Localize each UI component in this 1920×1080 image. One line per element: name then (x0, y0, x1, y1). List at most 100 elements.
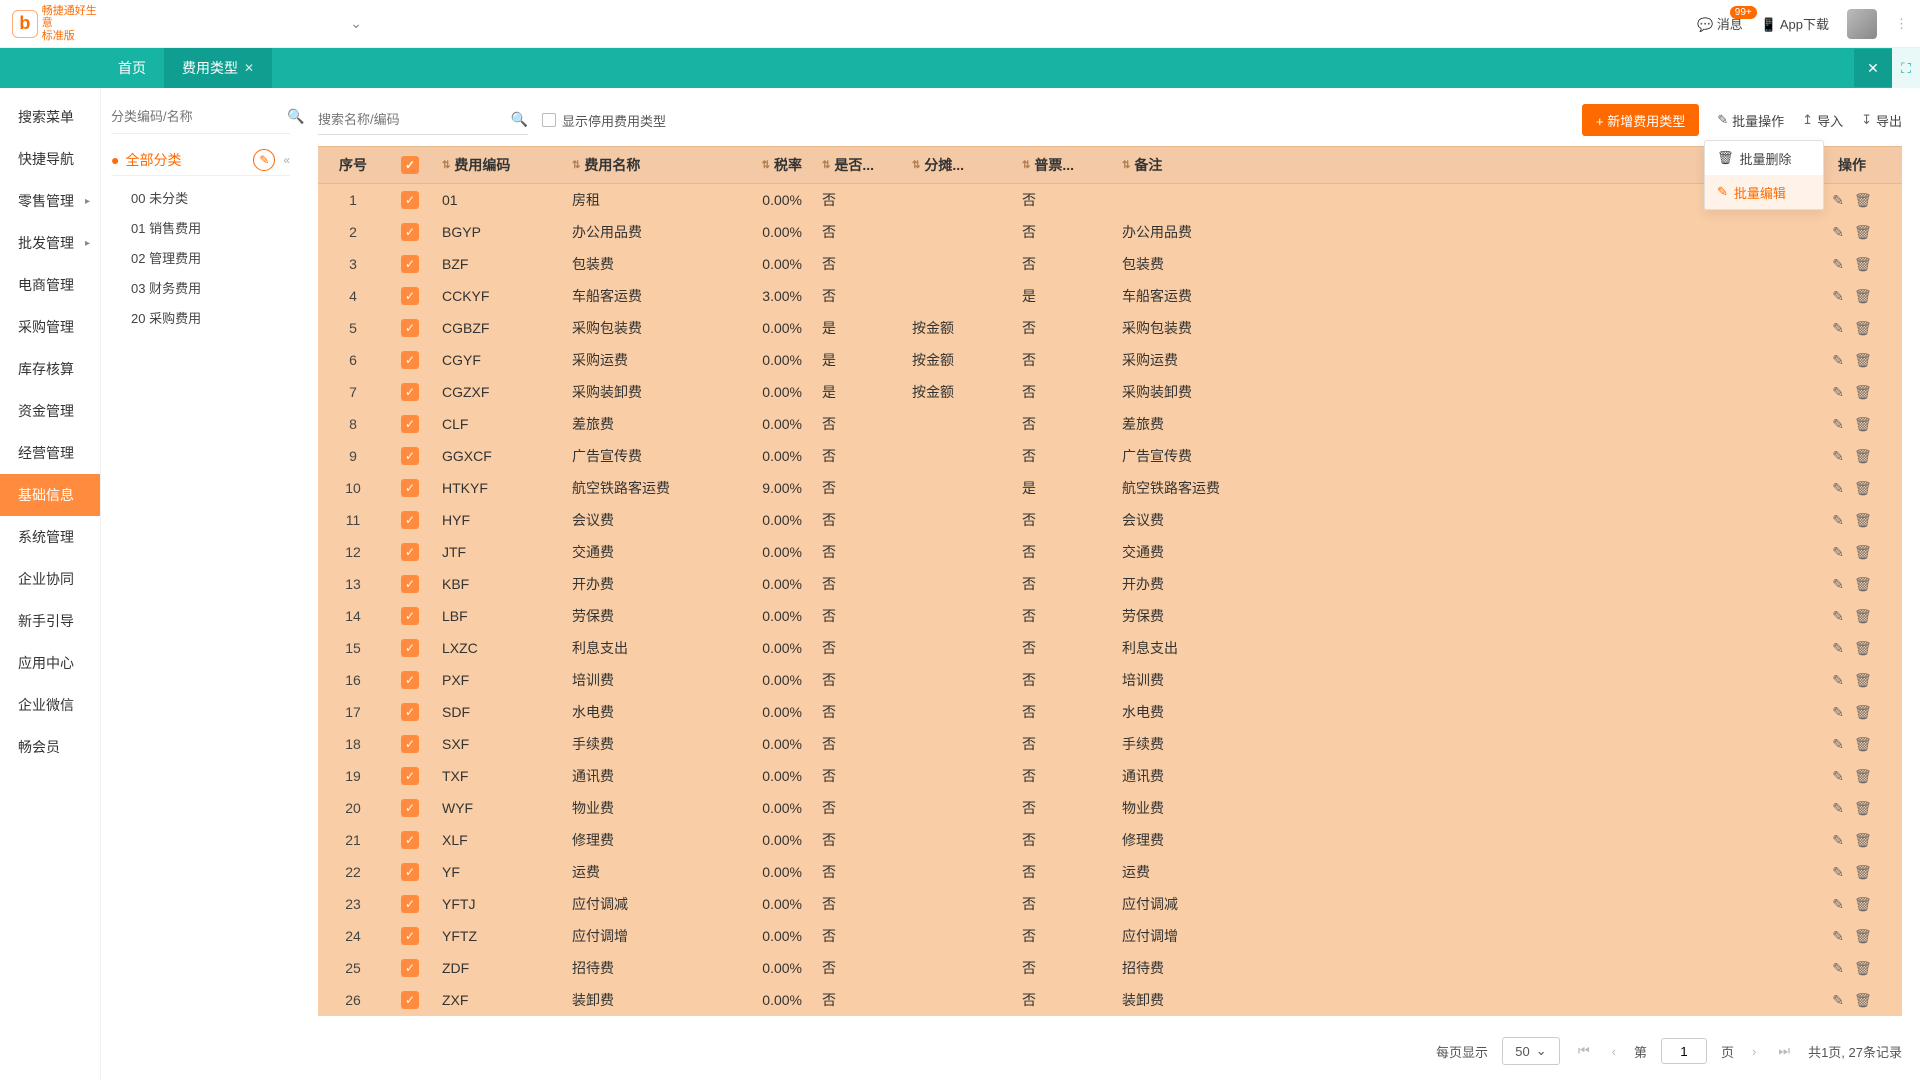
edit-icon[interactable]: ✎ (1832, 992, 1844, 1009)
nav-item[interactable]: 企业微信 (0, 684, 100, 726)
table-row[interactable]: 13✓KBF开办费0.00%否否开办费✎🗑 (318, 568, 1902, 600)
search-icon[interactable]: 🔍 (287, 108, 304, 125)
trash-icon[interactable]: 🗑 (1854, 480, 1872, 497)
col-name[interactable]: 费用名称 (562, 147, 722, 183)
row-checkbox[interactable]: ✓ (388, 920, 432, 952)
table-row[interactable]: 14✓LBF劳保费0.00%否否劳保费✎🗑 (318, 600, 1902, 632)
row-checkbox[interactable]: ✓ (388, 440, 432, 472)
edit-icon[interactable]: ✎ (1832, 768, 1844, 785)
trash-icon[interactable]: 🗑 (1854, 256, 1872, 273)
tab-expense-type[interactable]: 费用类型 ✕ (164, 48, 272, 88)
table-row[interactable]: 7✓CGZXF采购装卸费0.00%是按金额否采购装卸费✎🗑 (318, 376, 1902, 408)
trash-icon[interactable]: 🗑 (1854, 992, 1872, 1009)
row-checkbox[interactable]: ✓ (388, 504, 432, 536)
edit-icon[interactable]: ✎ (1832, 736, 1844, 753)
nav-item[interactable]: 库存核算 (0, 348, 100, 390)
table-row[interactable]: 4✓CCKYF车船客运费3.00%否是车船客运费✎🗑 (318, 280, 1902, 312)
row-checkbox[interactable]: ✓ (388, 696, 432, 728)
nav-item[interactable]: 搜索菜单 (0, 96, 100, 138)
collapse-panel-icon[interactable]: « (283, 153, 290, 167)
nav-item[interactable]: 电商管理 (0, 264, 100, 306)
next-page-button[interactable]: › (1748, 1044, 1760, 1059)
edit-icon[interactable]: ✎ (1832, 512, 1844, 529)
category-item[interactable]: 01 销售费用 (111, 212, 290, 242)
trash-icon[interactable]: 🗑 (1854, 512, 1872, 529)
row-checkbox[interactable]: ✓ (388, 312, 432, 344)
edit-icon[interactable]: ✎ (1832, 608, 1844, 625)
edit-icon[interactable]: ✎ (1832, 448, 1844, 465)
import-button[interactable]: ↥ 导入 (1802, 111, 1843, 130)
table-row[interactable]: 10✓HTKYF航空铁路客运费9.00%否是航空铁路客运费✎🗑 (318, 472, 1902, 504)
prev-page-button[interactable]: ‹ (1608, 1044, 1620, 1059)
trash-icon[interactable]: 🗑 (1854, 960, 1872, 977)
table-row[interactable]: 18✓SXF手续费0.00%否否手续费✎🗑 (318, 728, 1902, 760)
category-search-input[interactable] (111, 109, 287, 124)
edit-icon[interactable]: ✎ (1832, 352, 1844, 369)
category-item[interactable]: 20 采购费用 (111, 302, 290, 332)
trash-icon[interactable]: 🗑 (1854, 800, 1872, 817)
table-row[interactable]: 19✓TXF通讯费0.00%否否通讯费✎🗑 (318, 760, 1902, 792)
trash-icon[interactable]: 🗑 (1854, 576, 1872, 593)
table-row[interactable]: 17✓SDF水电费0.00%否否水电费✎🗑 (318, 696, 1902, 728)
row-checkbox[interactable]: ✓ (388, 792, 432, 824)
fullscreen-icon[interactable]: ⛶ (1892, 48, 1920, 88)
all-categories[interactable]: ● 全部分类 ✎ « (111, 144, 290, 176)
row-checkbox[interactable]: ✓ (388, 248, 432, 280)
table-row[interactable]: 23✓YFTJ应付调减0.00%否否应付调减✎🗑 (318, 888, 1902, 920)
row-checkbox[interactable]: ✓ (388, 408, 432, 440)
trash-icon[interactable]: 🗑 (1854, 448, 1872, 465)
trash-icon[interactable]: 🗑 (1854, 384, 1872, 401)
nav-item[interactable]: 应用中心 (0, 642, 100, 684)
row-checkbox[interactable]: ✓ (388, 184, 432, 216)
edit-icon[interactable]: ✎ (1832, 256, 1844, 273)
nav-item[interactable]: 系统管理 (0, 516, 100, 558)
add-expense-type-button[interactable]: + 新增费用类型 (1582, 104, 1699, 136)
category-item[interactable]: 03 财务费用 (111, 272, 290, 302)
trash-icon[interactable]: 🗑 (1854, 864, 1872, 881)
edit-icon[interactable]: ✎ (1832, 704, 1844, 721)
col-select-all[interactable]: ✓ (388, 147, 432, 183)
edit-icon[interactable]: ✎ (1832, 672, 1844, 689)
company-selector[interactable]: ⌄ (142, 9, 362, 39)
col-code[interactable]: 费用编码 (432, 147, 562, 183)
row-checkbox[interactable]: ✓ (388, 280, 432, 312)
edit-categories-icon[interactable]: ✎ (253, 149, 275, 171)
edit-icon[interactable]: ✎ (1832, 320, 1844, 337)
nav-item[interactable]: 采购管理 (0, 306, 100, 348)
nav-item[interactable]: 经营管理 (0, 432, 100, 474)
table-row[interactable]: 22✓YF运费0.00%否否运费✎🗑 (318, 856, 1902, 888)
edit-icon[interactable]: ✎ (1832, 960, 1844, 977)
edit-icon[interactable]: ✎ (1832, 416, 1844, 433)
close-icon[interactable]: ✕ (244, 61, 254, 75)
col-rate[interactable]: 税率 (722, 147, 812, 183)
edit-icon[interactable]: ✎ (1832, 192, 1844, 209)
row-checkbox[interactable]: ✓ (388, 344, 432, 376)
table-row[interactable]: 12✓JTF交通费0.00%否否交通费✎🗑 (318, 536, 1902, 568)
table-row[interactable]: 9✓GGXCF广告宣传费0.00%否否广告宣传费✎🗑 (318, 440, 1902, 472)
nav-item[interactable]: 基础信息 (0, 474, 100, 516)
nav-item[interactable]: 畅会员 (0, 726, 100, 768)
table-row[interactable]: 2✓BGYP办公用品费0.00%否否办公用品费✎🗑 (318, 216, 1902, 248)
table-row[interactable]: 24✓YFTZ应付调增0.00%否否应付调增✎🗑 (318, 920, 1902, 952)
page-input[interactable] (1661, 1038, 1707, 1064)
nav-item[interactable]: 新手引导 (0, 600, 100, 642)
per-page-select[interactable]: 50 ⌄ (1502, 1037, 1560, 1065)
row-checkbox[interactable]: ✓ (388, 888, 432, 920)
edit-icon[interactable]: ✎ (1832, 544, 1844, 561)
table-row[interactable]: 26✓ZXF装卸费0.00%否否装卸费✎🗑 (318, 984, 1902, 1016)
col-alloc[interactable]: 分摊... (902, 147, 1012, 183)
category-item[interactable]: 00 未分类 (111, 182, 290, 212)
tab-home[interactable]: 首页 (100, 48, 164, 88)
trash-icon[interactable]: 🗑 (1854, 736, 1872, 753)
avatar[interactable] (1847, 9, 1877, 39)
trash-icon[interactable]: 🗑 (1854, 832, 1872, 849)
table-row[interactable]: 21✓XLF修理费0.00%否否修理费✎🗑 (318, 824, 1902, 856)
nav-item[interactable]: 零售管理 (0, 180, 100, 222)
edit-icon[interactable]: ✎ (1832, 384, 1844, 401)
col-tax[interactable]: 普票... (1012, 147, 1112, 183)
edit-icon[interactable]: ✎ (1832, 576, 1844, 593)
row-checkbox[interactable]: ✓ (388, 376, 432, 408)
edit-icon[interactable]: ✎ (1832, 864, 1844, 881)
search-icon[interactable]: 🔍 (511, 111, 528, 128)
trash-icon[interactable]: 🗑 (1854, 416, 1872, 433)
